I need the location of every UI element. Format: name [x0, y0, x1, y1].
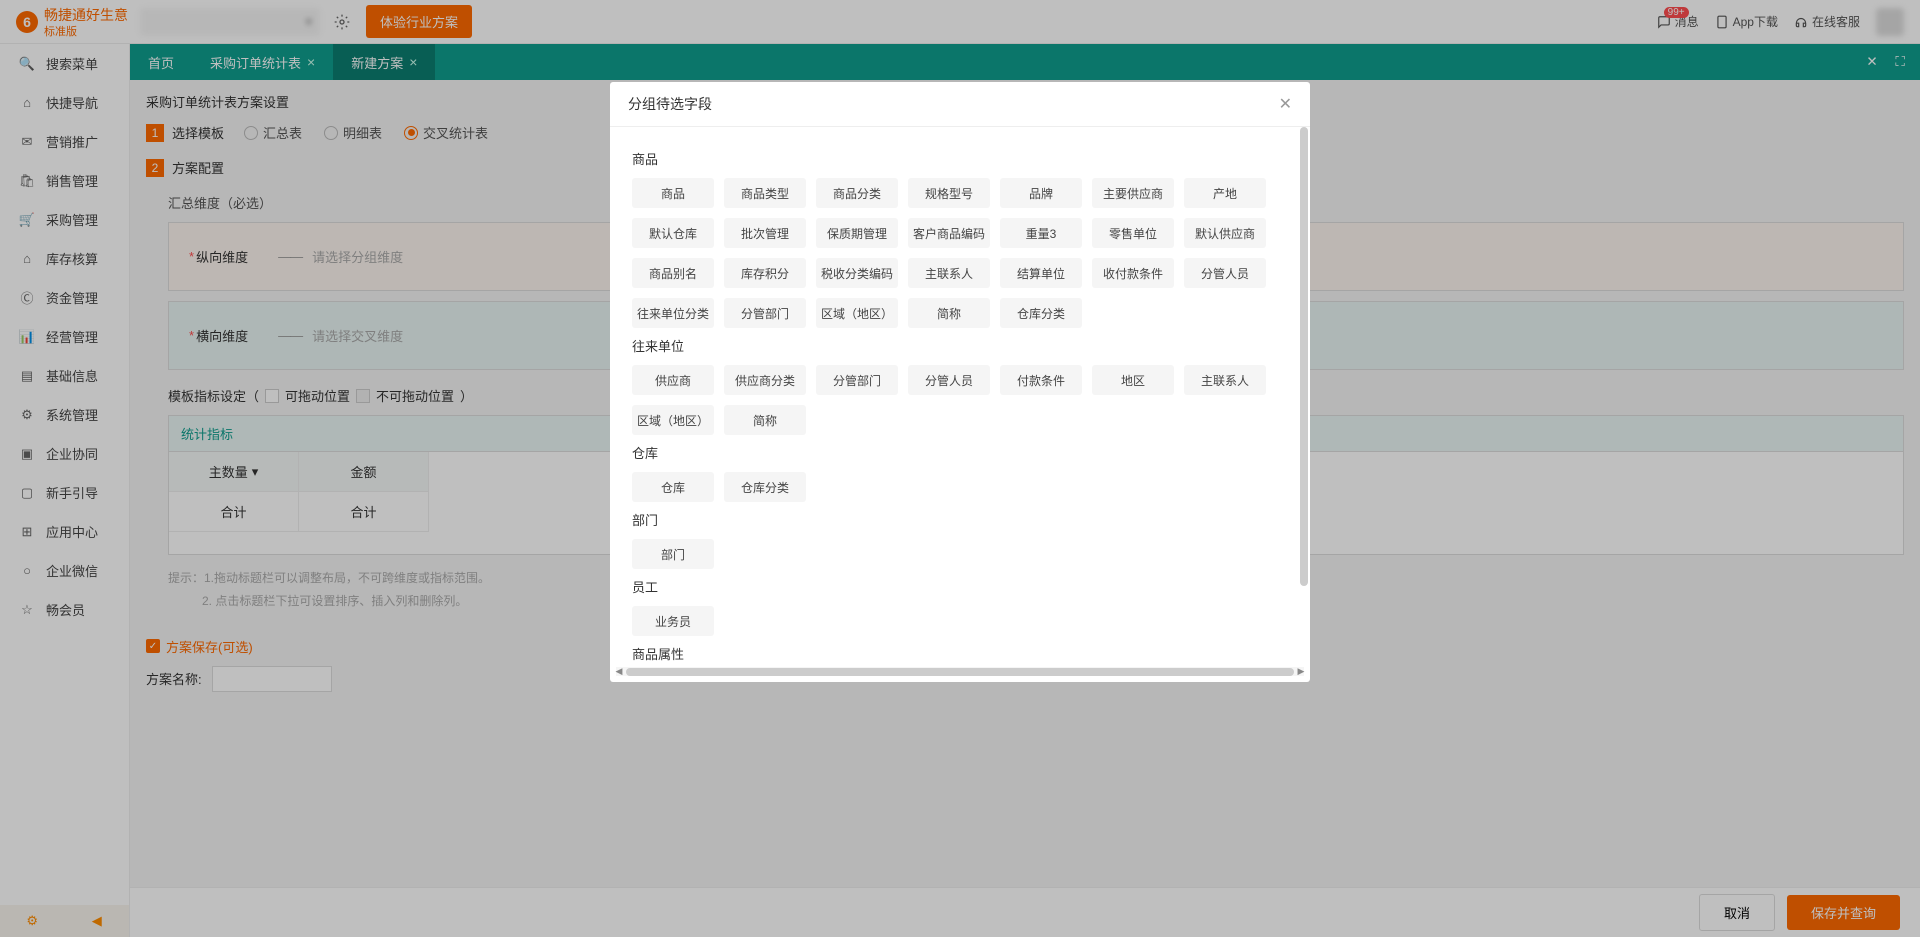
chip-row: 商品商品类型商品分类规格型号品牌主要供应商产地默认仓库批次管理保质期管理客户商品…: [632, 178, 1288, 328]
field-chip[interactable]: 税收分类编码: [816, 258, 898, 288]
field-chip[interactable]: 主联系人: [908, 258, 990, 288]
chip-row: 部门: [632, 539, 1288, 569]
field-group-title: 部门: [632, 510, 1288, 529]
field-chip[interactable]: 保质期管理: [816, 218, 898, 248]
field-chip[interactable]: 往来单位分类: [632, 298, 714, 328]
field-chip[interactable]: 简称: [908, 298, 990, 328]
field-chip[interactable]: 重量3: [1000, 218, 1082, 248]
field-chip[interactable]: 默认仓库: [632, 218, 714, 248]
field-chip[interactable]: 简称: [724, 405, 806, 435]
modal-title: 分组待选字段: [628, 94, 712, 114]
field-chip[interactable]: 客户商品编码: [908, 218, 990, 248]
field-chip[interactable]: 商品别名: [632, 258, 714, 288]
field-chip[interactable]: 供应商分类: [724, 365, 806, 395]
field-chip[interactable]: 仓库分类: [724, 472, 806, 502]
field-chip[interactable]: 库存积分: [724, 258, 806, 288]
field-chip[interactable]: 业务员: [632, 606, 714, 636]
field-chip[interactable]: 供应商: [632, 365, 714, 395]
field-chip[interactable]: 规格型号: [908, 178, 990, 208]
field-chip[interactable]: 付款条件: [1000, 365, 1082, 395]
field-chip[interactable]: 品牌: [1000, 178, 1082, 208]
scroll-right-icon[interactable]: ▶: [1296, 667, 1306, 677]
field-chip[interactable]: 商品类型: [724, 178, 806, 208]
chip-row: 仓库仓库分类: [632, 472, 1288, 502]
field-chip[interactable]: 收付款条件: [1092, 258, 1174, 288]
chip-row: 业务员: [632, 606, 1288, 636]
field-chip[interactable]: 零售单位: [1092, 218, 1174, 248]
field-chip[interactable]: 仓库分类: [1000, 298, 1082, 328]
field-chip[interactable]: 分管部门: [816, 365, 898, 395]
field-chip[interactable]: 商品分类: [816, 178, 898, 208]
scrollbar-horizontal[interactable]: ◀ ▶: [616, 667, 1304, 676]
field-group-title: 员工: [632, 577, 1288, 596]
modal-close-icon[interactable]: ✕: [1279, 94, 1292, 114]
field-chip[interactable]: 主要供应商: [1092, 178, 1174, 208]
modal-body: 商品商品商品类型商品分类规格型号品牌主要供应商产地默认仓库批次管理保质期管理客户…: [610, 127, 1310, 667]
scrollbar-thumb[interactable]: [1300, 127, 1308, 586]
scrollbar-thumb[interactable]: [626, 668, 1294, 676]
field-chip[interactable]: 分管部门: [724, 298, 806, 328]
field-chip[interactable]: 分管人员: [1184, 258, 1266, 288]
scrollbar-vertical[interactable]: [1300, 127, 1308, 667]
field-chip[interactable]: 区域（地区）: [816, 298, 898, 328]
scroll-left-icon[interactable]: ◀: [614, 667, 624, 677]
field-group-title: 往来单位: [632, 336, 1288, 355]
field-chip[interactable]: 分管人员: [908, 365, 990, 395]
field-chip[interactable]: 商品: [632, 178, 714, 208]
field-chip[interactable]: 产地: [1184, 178, 1266, 208]
field-group-title: 商品: [632, 149, 1288, 168]
field-chip[interactable]: 部门: [632, 539, 714, 569]
field-selector-modal: 分组待选字段 ✕ 商品商品商品类型商品分类规格型号品牌主要供应商产地默认仓库批次…: [610, 82, 1310, 682]
field-chip[interactable]: 区域（地区）: [632, 405, 714, 435]
field-chip[interactable]: 仓库: [632, 472, 714, 502]
chip-row: 供应商供应商分类分管部门分管人员付款条件地区主联系人区域（地区） 简称: [632, 365, 1288, 435]
field-chip[interactable]: 批次管理: [724, 218, 806, 248]
field-chip[interactable]: 默认供应商: [1184, 218, 1266, 248]
field-chip[interactable]: 地区: [1092, 365, 1174, 395]
field-chip[interactable]: 主联系人: [1184, 365, 1266, 395]
field-group-title: 仓库: [632, 443, 1288, 462]
field-group-title: 商品属性: [632, 644, 1288, 663]
modal-mask[interactable]: 分组待选字段 ✕ 商品商品商品类型商品分类规格型号品牌主要供应商产地默认仓库批次…: [0, 0, 1920, 937]
modal-header: 分组待选字段 ✕: [610, 82, 1310, 127]
field-chip[interactable]: 结算单位: [1000, 258, 1082, 288]
